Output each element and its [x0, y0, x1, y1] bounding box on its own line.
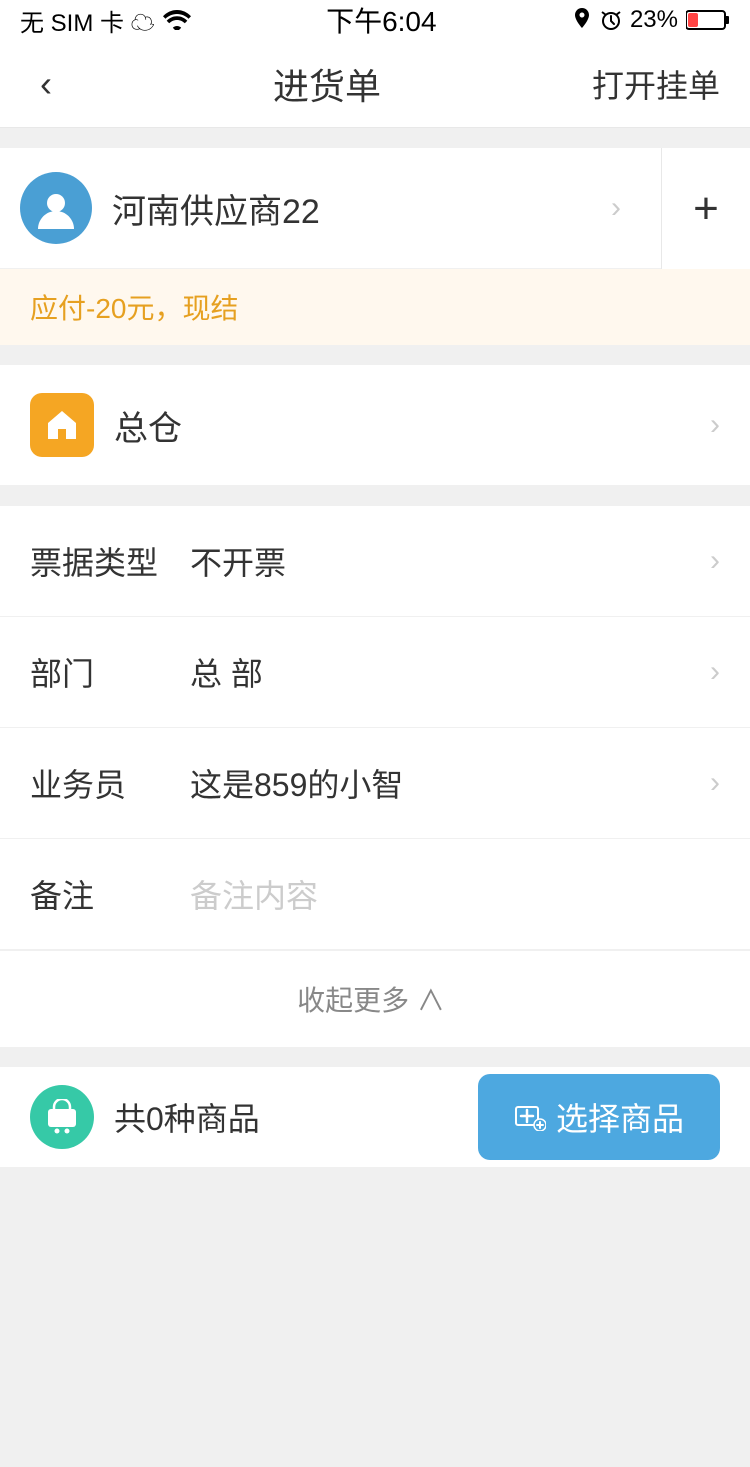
section-gap-1 — [0, 128, 750, 148]
house-icon — [44, 407, 80, 443]
sim-text: 无 SIM 卡 ☁ — [20, 3, 155, 38]
back-button[interactable]: ‹ — [30, 53, 62, 115]
battery-icon — [686, 9, 730, 31]
salesman-value: 这是859的小智 — [190, 760, 710, 806]
user-icon — [35, 187, 77, 229]
select-product-label: 选择商品 — [556, 1094, 684, 1140]
wifi-icon — [163, 10, 191, 30]
select-product-icon — [514, 1103, 546, 1131]
add-supplier-button[interactable]: + — [662, 148, 750, 269]
page-background — [0, 1167, 750, 1467]
select-product-button[interactable]: 选择商品 — [478, 1074, 720, 1160]
open-pending-button[interactable]: 打开挂单 — [592, 61, 720, 107]
location-icon — [572, 8, 592, 32]
status-left: 无 SIM 卡 ☁ — [20, 3, 191, 38]
supplier-section: 河南供应商22 › + — [0, 148, 750, 269]
department-row[interactable]: 部门 总 部 › — [0, 617, 750, 728]
collapse-text: 收起更多 ∧ — [297, 979, 445, 1019]
collapse-section[interactable]: 收起更多 ∧ — [0, 951, 750, 1047]
invoice-row[interactable]: 票据类型 不开票 › — [0, 506, 750, 617]
supplier-avatar — [20, 172, 92, 244]
status-right: 23% — [572, 6, 730, 34]
nav-bar: ‹ 进货单 打开挂单 — [0, 40, 750, 128]
form-section: 票据类型 不开票 › 部门 总 部 › 业务员 这是859的小智 › 备注 备注… — [0, 506, 750, 949]
warehouse-name: 总仓 — [114, 401, 710, 450]
remark-row[interactable]: 备注 备注内容 — [0, 839, 750, 949]
department-chevron-icon: › — [710, 655, 720, 689]
invoice-label: 票据类型 — [30, 538, 190, 584]
warehouse-chevron-icon: › — [710, 408, 720, 442]
cart-icon — [44, 1099, 80, 1135]
supplier-chevron-icon: › — [611, 191, 621, 225]
department-value: 总 部 — [190, 649, 710, 695]
invoice-value: 不开票 — [190, 538, 710, 584]
supplier-name: 河南供应商22 — [112, 184, 611, 233]
supplier-row[interactable]: 河南供应商22 › — [0, 148, 661, 269]
product-icon — [30, 1085, 94, 1149]
warehouse-section[interactable]: 总仓 › — [0, 365, 750, 486]
invoice-chevron-icon: › — [710, 544, 720, 578]
salesman-label: 业务员 — [30, 760, 190, 806]
page-title: 进货单 — [273, 58, 381, 110]
warehouse-icon — [30, 393, 94, 457]
status-bar: 无 SIM 卡 ☁ 下午6:04 23% — [0, 0, 750, 40]
action-bar: 共0种商品 选择商品 — [0, 1067, 750, 1167]
salesman-chevron-icon: › — [710, 766, 720, 800]
status-time: 下午6:04 — [326, 0, 437, 40]
notice-bar: 应付-20元，现结 — [0, 269, 750, 345]
battery-text: 23% — [630, 6, 678, 34]
salesman-row[interactable]: 业务员 这是859的小智 › — [0, 728, 750, 839]
product-count: 共0种商品 — [114, 1094, 478, 1140]
alarm-icon — [600, 8, 622, 32]
remark-input[interactable]: 备注内容 — [190, 871, 720, 917]
remark-label: 备注 — [30, 871, 190, 917]
department-label: 部门 — [30, 649, 190, 695]
